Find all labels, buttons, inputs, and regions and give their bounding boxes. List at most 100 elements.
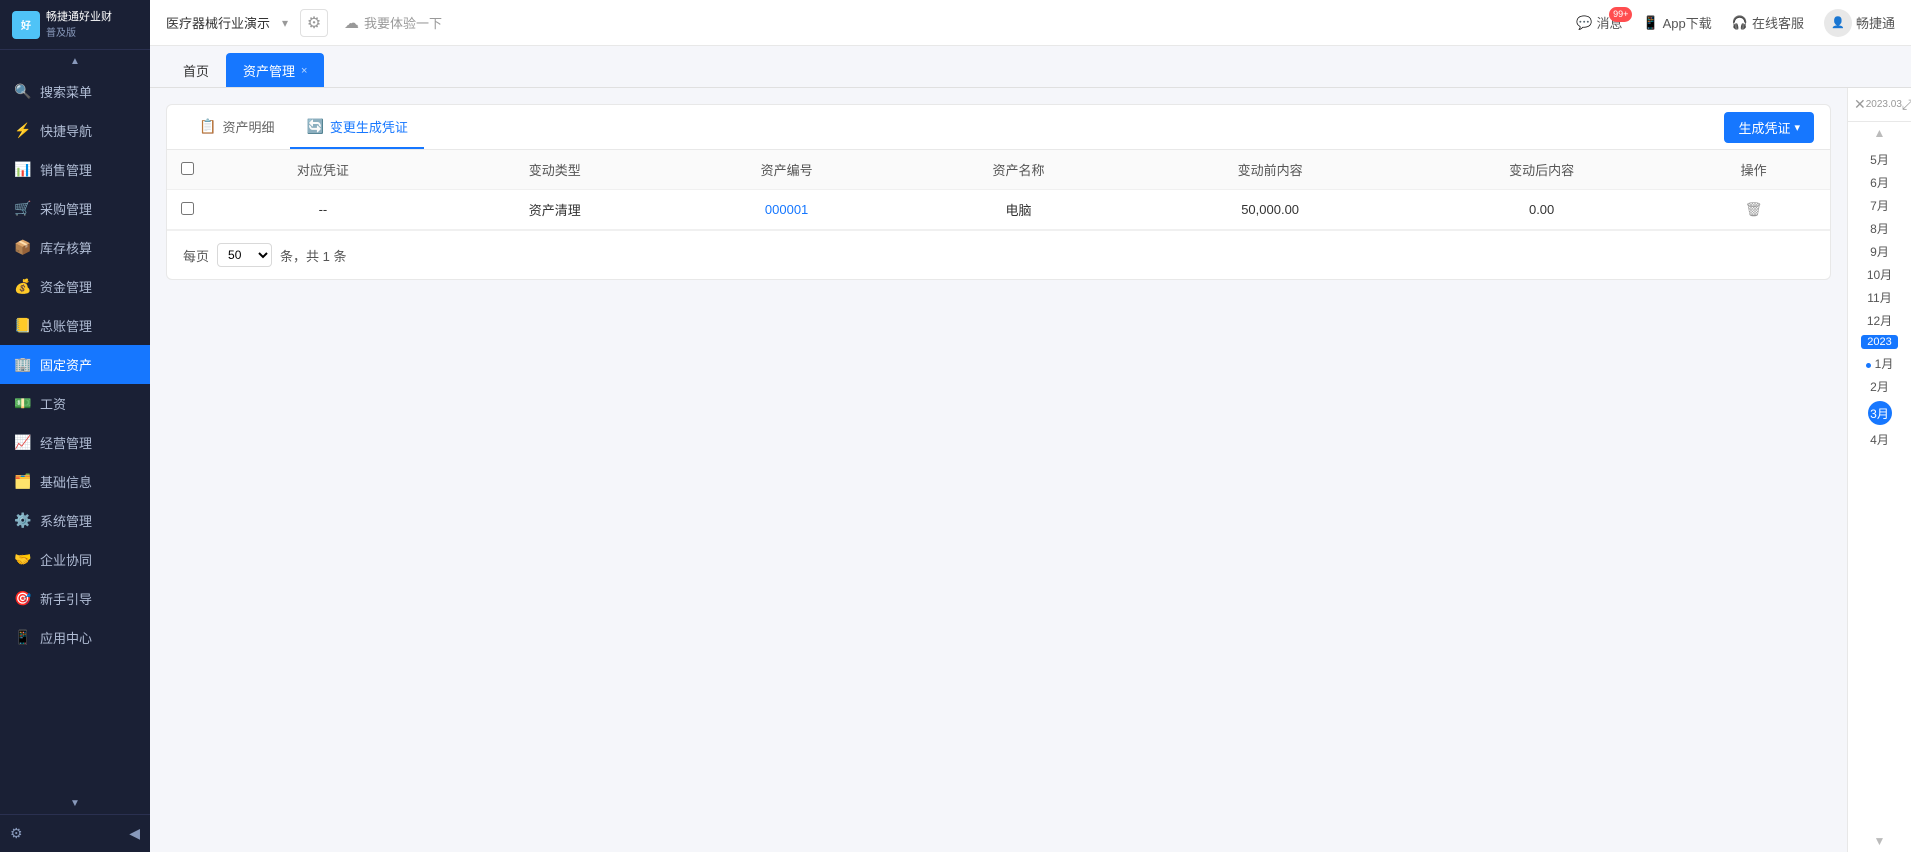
timeline-month-10月[interactable]: 10月 (1848, 263, 1911, 286)
th-change-type: 变动类型 (439, 150, 671, 190)
sidebar-label-purchase: 采购管理 (40, 199, 92, 218)
tab-home-label: 首页 (183, 61, 209, 80)
tab-asset-mgmt-label: 资产管理 (243, 61, 295, 80)
messages-icon: 💬 (1576, 15, 1592, 31)
inventory-icon: 📦 (14, 239, 32, 257)
timeline-month-12月[interactable]: 12月 (1848, 309, 1911, 332)
customer-service-btn[interactable]: 🎧 在线客服 (1732, 13, 1804, 32)
generate-voucher-btn[interactable]: 生成凭证 ▾ (1724, 112, 1814, 143)
timeline-nav-down[interactable]: ▼ (1848, 830, 1911, 852)
experience-btn[interactable]: ☁ 我要体验一下 (344, 13, 442, 32)
row-checkbox[interactable] (181, 202, 194, 215)
sidebar-item-inventory[interactable]: 📦库存核算 (0, 228, 150, 267)
tabbar: 首页 资产管理 × (150, 46, 1911, 88)
month-label: 2月 (1870, 378, 1889, 395)
asset-detail-label: 资产明细 (222, 117, 274, 136)
timeline-month-6月[interactable]: 6月 (1848, 171, 1911, 194)
messages-btn[interactable]: 💬 消息 99+ (1576, 13, 1622, 32)
customer-service-label: 在线客服 (1752, 13, 1804, 32)
app-download-label: App下载 (1663, 13, 1712, 32)
main-area: 医疗器械行业演示 ▾ ⚙ ☁ 我要体验一下 💬 消息 99+ 📱 App下载 🎧… (150, 0, 1911, 852)
timeline-nav-up[interactable]: ▲ (1848, 122, 1911, 144)
sidebar-footer: ⚙ ◀ (0, 814, 150, 852)
timeline-month-7月[interactable]: 7月 (1848, 194, 1911, 217)
avatar: 👤 (1824, 9, 1852, 37)
company-name: 医疗器械行业演示 (166, 13, 270, 32)
sidebar-item-enterprise[interactable]: 🤝企业协同 (0, 540, 150, 579)
app-center-icon: 📱 (14, 629, 32, 647)
sidebar-item-fixed-assets[interactable]: 🏢固定资产 (0, 345, 150, 384)
user-menu-btn[interactable]: 👤 畅捷通 (1824, 9, 1895, 37)
sidebar-item-payroll[interactable]: 💵工资 (0, 384, 150, 423)
sidebar-label-guide: 新手引导 (40, 589, 92, 608)
month-label: 5月 (1870, 151, 1889, 168)
delete-icon[interactable]: 🗑 (1745, 201, 1763, 217)
table-wrap: 对应凭证 变动类型 资产编号 资产名称 变动前内容 变动后内容 操作 -- (167, 150, 1830, 230)
per-page-select[interactable]: 102050100 (217, 243, 272, 267)
customer-service-icon: 🎧 (1732, 15, 1748, 31)
topbar-gear-icon[interactable]: ⚙ (300, 9, 328, 37)
tab-close-icon[interactable]: × (301, 65, 307, 77)
sidebar: 好 畅捷通好业财 普及版 ▲ 🔍搜索菜单⚡快捷导航📊销售管理🛒采购管理📦库存核算… (0, 0, 150, 852)
timeline-month-3月[interactable]: 3月 (1848, 398, 1911, 428)
sub-tab-actions: 生成凭证 ▾ (1724, 112, 1814, 143)
timeline-month-1月[interactable]: 1月 (1848, 352, 1911, 375)
timeline-month-4月[interactable]: 4月 (1848, 428, 1911, 451)
generate-btn-arrow-icon: ▾ (1794, 121, 1800, 134)
year-badge: 2023 (1861, 335, 1897, 349)
search-icon: 🔍 (14, 83, 32, 101)
timeline-month-11月[interactable]: 11月 (1848, 286, 1911, 309)
row-asset-name: 电脑 (903, 190, 1135, 230)
sidebar-item-app-center[interactable]: 📱应用中心 (0, 618, 150, 657)
month-label: 7月 (1870, 197, 1889, 214)
th-asset-name: 资产名称 (903, 150, 1135, 190)
company-chevron-icon[interactable]: ▾ (282, 16, 288, 30)
timeline-expand-icon[interactable]: ⤢ (1902, 96, 1911, 113)
timeline-month-9月[interactable]: 9月 (1848, 240, 1911, 263)
sidebar-scroll-down[interactable]: ▼ (0, 792, 150, 814)
timeline-month-8月[interactable]: 8月 (1848, 217, 1911, 240)
sidebar-item-system[interactable]: ⚙️系统管理 (0, 501, 150, 540)
operations-icon: 📈 (14, 434, 32, 452)
sidebar-item-sales[interactable]: 📊销售管理 (0, 150, 150, 189)
timeline-month-5月[interactable]: 5月 (1848, 148, 1911, 171)
sidebar-label-quick-nav: 快捷导航 (40, 121, 92, 140)
app-download-icon: 📱 (1642, 15, 1658, 31)
sidebar-label-base-info: 基础信息 (40, 472, 92, 491)
app-download-btn[interactable]: 📱 App下载 (1642, 13, 1711, 32)
th-voucher: 对应凭证 (207, 150, 439, 190)
month-label: 11月 (1867, 289, 1891, 306)
tab-asset-management[interactable]: 资产管理 × (226, 53, 324, 87)
sidebar-settings-icon[interactable]: ⚙ (10, 825, 23, 842)
month-label: 9月 (1870, 243, 1889, 260)
sidebar-scroll-up[interactable]: ▲ (0, 50, 150, 72)
sub-tab-asset-detail[interactable]: 📋 资产明细 (183, 105, 290, 149)
sidebar-item-ledger[interactable]: 📒总账管理 (0, 306, 150, 345)
enterprise-icon: 🤝 (14, 551, 32, 569)
sidebar-item-search[interactable]: 🔍搜索菜单 (0, 72, 150, 111)
timeline-year-node[interactable]: 2023 (1848, 332, 1911, 352)
sidebar-item-purchase[interactable]: 🛒采购管理 (0, 189, 150, 228)
sidebar-item-finance[interactable]: 💰资金管理 (0, 267, 150, 306)
timeline-month-2月[interactable]: 2月 (1848, 375, 1911, 398)
messages-badge: 99+ (1609, 7, 1632, 22)
avatar-icon: 👤 (1831, 16, 1845, 29)
per-page-label: 每页 (183, 246, 209, 265)
sidebar-item-quick-nav[interactable]: ⚡快捷导航 (0, 111, 150, 150)
table-header-row: 对应凭证 变动类型 资产编号 资产名称 变动前内容 变动后内容 操作 (167, 150, 1830, 190)
table-row: -- 资产清理 000001 电脑 50,000.00 0.00 🗑 (167, 190, 1830, 230)
select-all-checkbox[interactable] (181, 162, 194, 175)
sidebar-item-guide[interactable]: 🎯新手引导 (0, 579, 150, 618)
th-asset-code: 资产编号 (671, 150, 903, 190)
sidebar-collapse-icon[interactable]: ◀ (129, 825, 140, 842)
sidebar-item-base-info[interactable]: 🗂️基础信息 (0, 462, 150, 501)
sidebar-item-operations[interactable]: 📈经营管理 (0, 423, 150, 462)
sales-icon: 📊 (14, 161, 32, 179)
table-header-checkbox-cell (167, 150, 207, 190)
th-before-change: 变动前内容 (1134, 150, 1406, 190)
tab-home[interactable]: 首页 (166, 53, 226, 87)
timeline-close-icon[interactable]: ✕ (1854, 96, 1866, 113)
sub-tab-change-voucher[interactable]: 🔄 变更生成凭证 (290, 105, 423, 149)
ledger-icon: 📒 (14, 317, 32, 335)
row-after-change: 0.00 (1406, 190, 1678, 230)
